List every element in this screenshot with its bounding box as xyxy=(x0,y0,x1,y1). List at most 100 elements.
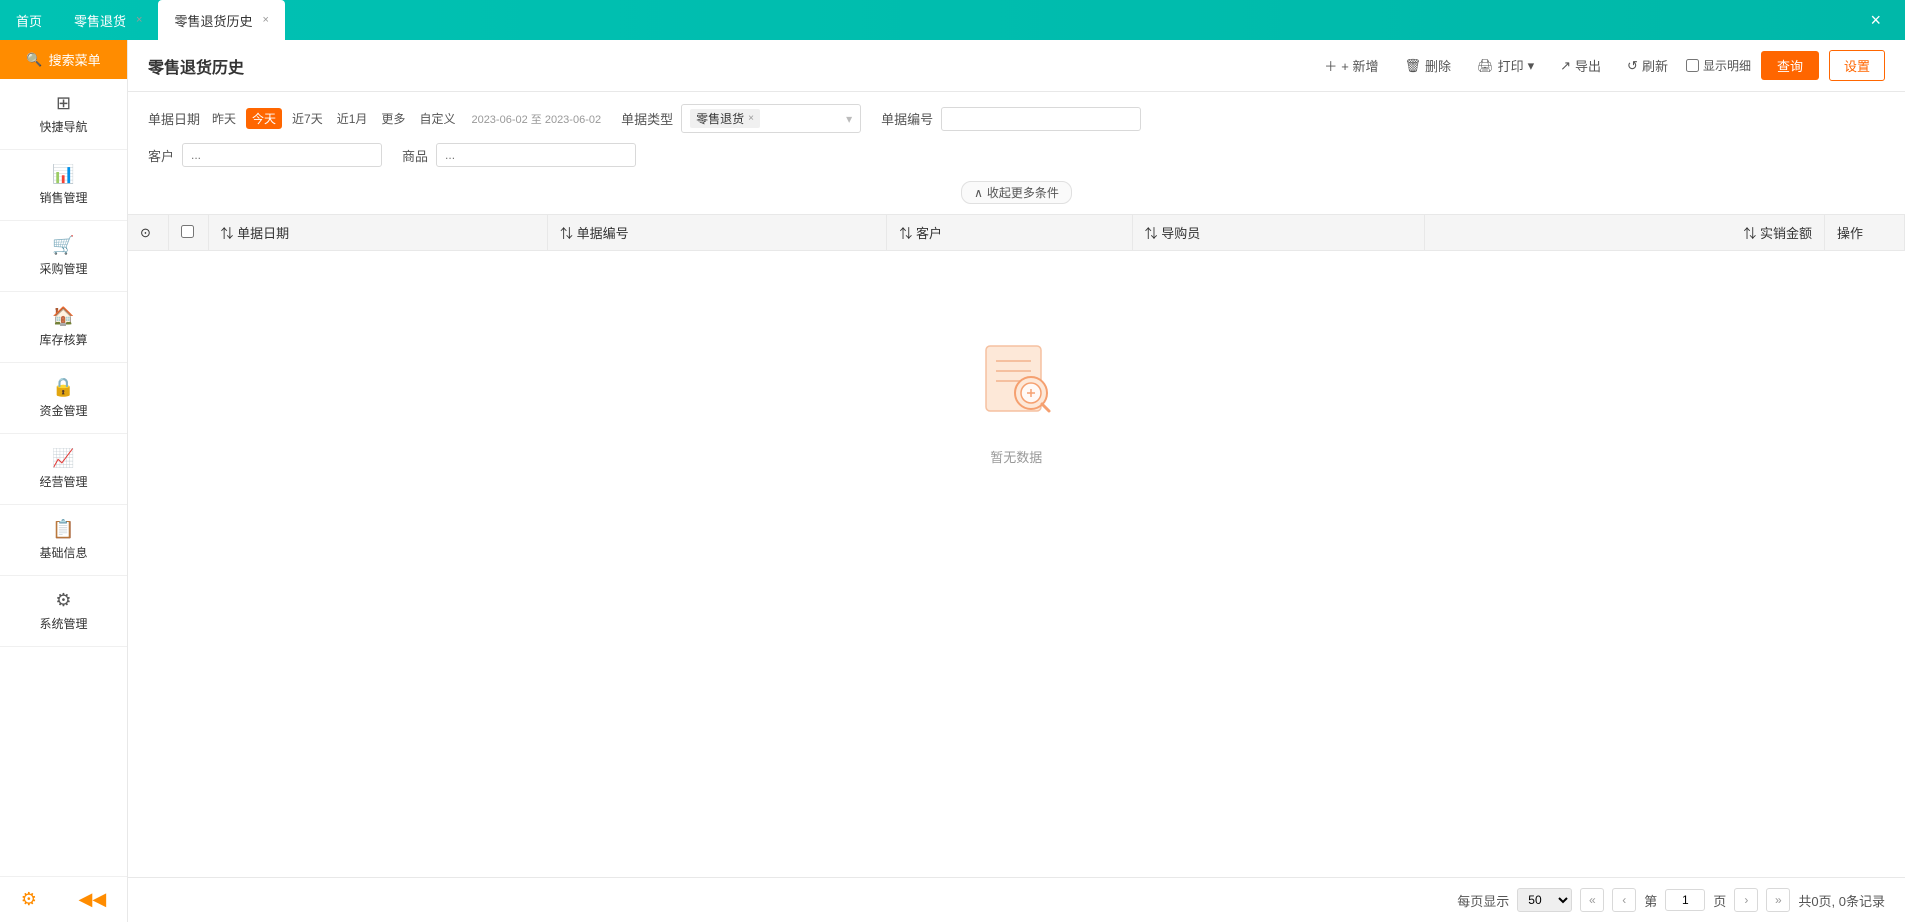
th-actions-label: 操作 xyxy=(1837,226,1863,241)
print-button[interactable]: 🖨 打印 ▾ xyxy=(1469,52,1542,79)
tab-home[interactable]: 首页 xyxy=(0,0,58,40)
last-page-button[interactable]: » xyxy=(1766,888,1790,912)
sidebar-item-quick-nav[interactable]: ⊞ 快捷导航 xyxy=(0,79,127,150)
sidebar-item-finance-label: 资金管理 xyxy=(39,402,87,419)
date-range-display: 2023-06-02 至 2023-06-02 xyxy=(471,111,601,127)
sort-icon-amount[interactable]: ⇅ xyxy=(1743,226,1756,241)
inventory-icon: 🏠 xyxy=(52,306,74,327)
date-btn-custom[interactable]: 自定义 xyxy=(415,108,459,129)
sidebar-item-quick-nav-label: 快捷导航 xyxy=(39,118,87,135)
customer-filter-label: 客户 xyxy=(148,146,174,165)
type-tag-close[interactable]: × xyxy=(748,113,754,124)
goods-input[interactable] xyxy=(436,143,636,167)
type-tag: 零售退货 × xyxy=(690,109,760,128)
prev-page-button[interactable]: ‹ xyxy=(1612,888,1636,912)
date-btn-yesterday[interactable]: 昨天 xyxy=(208,108,240,129)
date-btn-more[interactable]: 更多 xyxy=(377,108,409,129)
sidebar-search[interactable]: 🔍 搜索菜单 xyxy=(0,40,127,79)
show-detail-label: 显示明细 xyxy=(1703,57,1751,74)
sidebar-item-sales-label: 销售管理 xyxy=(39,189,87,206)
total-text: 共0页, 0条记录 xyxy=(1798,891,1885,910)
settings-button[interactable]: 设置 xyxy=(1829,50,1885,81)
refresh-label: 刷新 xyxy=(1642,56,1668,75)
select-all-checkbox[interactable] xyxy=(181,225,194,238)
sidebar-item-basic-info[interactable]: 📋 基础信息 xyxy=(0,505,127,576)
basic-info-icon: 📋 xyxy=(52,519,74,540)
new-label: + 新增 xyxy=(1341,56,1378,75)
sidebar-bottom: ⚙ ◀◀ xyxy=(0,876,127,922)
tab-retail-return[interactable]: 零售退货 × xyxy=(58,0,158,40)
delete-button[interactable]: 🗑 删除 xyxy=(1397,52,1460,79)
goods-filter-label: 商品 xyxy=(402,146,428,165)
sidebar: 🔍 搜索菜单 ⊞ 快捷导航 📊 销售管理 🛒 采购管理 🏠 库存核算 🔒 资金管… xyxy=(0,40,128,922)
sort-icon-customer[interactable]: ⇅ xyxy=(899,226,912,241)
date-filter: 单据日期 昨天 今天 近7天 近1月 更多 自定义 2023-06-02 至 2… xyxy=(148,108,601,129)
customer-input[interactable] xyxy=(182,143,382,167)
date-btn-today[interactable]: 今天 xyxy=(246,108,282,129)
sidebar-item-inventory[interactable]: 🏠 库存核算 xyxy=(0,292,127,363)
th-checkbox[interactable] xyxy=(168,215,208,251)
export-label: 导出 xyxy=(1575,56,1601,75)
collapse-label: 收起更多条件 xyxy=(987,184,1059,201)
sort-icon-docno[interactable]: ⇅ xyxy=(560,226,573,241)
new-button[interactable]: ＋ + 新增 xyxy=(1316,52,1386,79)
th-date-label: 单据日期 xyxy=(237,226,289,241)
column-settings-icon[interactable]: ⊙ xyxy=(140,225,151,240)
tab-retail-return-close[interactable]: × xyxy=(136,14,142,26)
next-page-button[interactable]: › xyxy=(1734,888,1758,912)
collapse-icon: ∧ xyxy=(974,186,983,200)
goods-filter: 商品 xyxy=(402,143,636,167)
settings-bottom-icon[interactable]: ⚙ xyxy=(21,889,37,910)
finance-icon: 🔒 xyxy=(52,377,74,398)
type-filter: 单据类型 零售退货 × ▾ xyxy=(621,104,861,133)
tab-retail-return-history-close[interactable]: × xyxy=(262,14,268,26)
docno-input[interactable] xyxy=(941,107,1141,131)
main-layout: 🔍 搜索菜单 ⊞ 快捷导航 📊 销售管理 🛒 采购管理 🏠 库存核算 🔒 资金管… xyxy=(0,40,1905,922)
page-input[interactable] xyxy=(1665,889,1705,911)
per-page-select[interactable]: 50 10 20 100 xyxy=(1517,888,1572,912)
system-icon: ⚙ xyxy=(55,590,71,611)
th-date: ⇅ 单据日期 xyxy=(208,215,547,251)
sidebar-item-sales[interactable]: 📊 销售管理 xyxy=(0,150,127,221)
sidebar-item-operations-label: 经营管理 xyxy=(39,473,87,490)
sidebar-item-finance[interactable]: 🔒 资金管理 xyxy=(0,363,127,434)
export-button[interactable]: ↗ 导出 xyxy=(1552,52,1609,79)
sidebar-item-purchase-label: 采购管理 xyxy=(39,260,87,277)
sidebar-item-operations[interactable]: 📈 经营管理 xyxy=(0,434,127,505)
th-customer: ⇅ 客户 xyxy=(887,215,1132,251)
tab-list: 首页 零售退货 × 零售退货历史 × xyxy=(0,0,1862,40)
type-select[interactable]: 零售退货 × ▾ xyxy=(681,104,861,133)
filter-row-2: 客户 商品 xyxy=(148,143,1885,167)
window-close-button[interactable]: × xyxy=(1862,10,1889,31)
th-amount-label: 实销金额 xyxy=(1760,226,1812,241)
quick-nav-icon: ⊞ xyxy=(56,93,71,114)
sidebar-item-system[interactable]: ⚙ 系统管理 xyxy=(0,576,127,647)
date-btn-7days[interactable]: 近7天 xyxy=(288,108,327,129)
tab-retail-return-history-label: 零售退货历史 xyxy=(174,11,252,30)
collapse-button[interactable]: ∧ 收起更多条件 xyxy=(961,181,1072,204)
date-filter-label: 单据日期 xyxy=(148,109,200,128)
sort-icon-guide[interactable]: ⇅ xyxy=(1145,226,1158,241)
sales-icon: 📊 xyxy=(52,164,74,185)
data-table: ⊙ ⇅ 单据日期 ⇅ 单据编号 xyxy=(128,215,1905,526)
page-suffix: 页 xyxy=(1713,891,1726,910)
th-docno-label: 单据编号 xyxy=(577,226,629,241)
content-area: 零售退货历史 ＋ + 新增 🗑 删除 🖨 打印 ▾ ↗ 导出 xyxy=(128,40,1905,922)
collapse-row: ∧ 收起更多条件 xyxy=(148,177,1885,206)
sort-icon-date[interactable]: ⇅ xyxy=(221,226,234,241)
th-settings[interactable]: ⊙ xyxy=(128,215,168,251)
empty-text: 暂无数据 xyxy=(990,447,1042,466)
refresh-button[interactable]: ↺ 刷新 xyxy=(1619,52,1676,79)
sidebar-item-purchase[interactable]: 🛒 采购管理 xyxy=(0,221,127,292)
date-btn-1month[interactable]: 近1月 xyxy=(333,108,372,129)
query-button[interactable]: 查询 xyxy=(1761,51,1819,80)
show-detail-checkbox[interactable]: 显示明细 xyxy=(1686,57,1751,74)
first-page-button[interactable]: « xyxy=(1580,888,1604,912)
purchase-icon: 🛒 xyxy=(52,235,74,256)
table-header: ⊙ ⇅ 单据日期 ⇅ 单据编号 xyxy=(128,215,1905,251)
new-icon: ＋ xyxy=(1324,56,1337,75)
show-detail-input[interactable] xyxy=(1686,59,1699,72)
top-bar: 首页 零售退货 × 零售退货历史 × × xyxy=(0,0,1905,40)
tab-retail-return-history[interactable]: 零售退货历史 × xyxy=(158,0,284,40)
volume-bottom-icon[interactable]: ◀◀ xyxy=(79,889,107,910)
